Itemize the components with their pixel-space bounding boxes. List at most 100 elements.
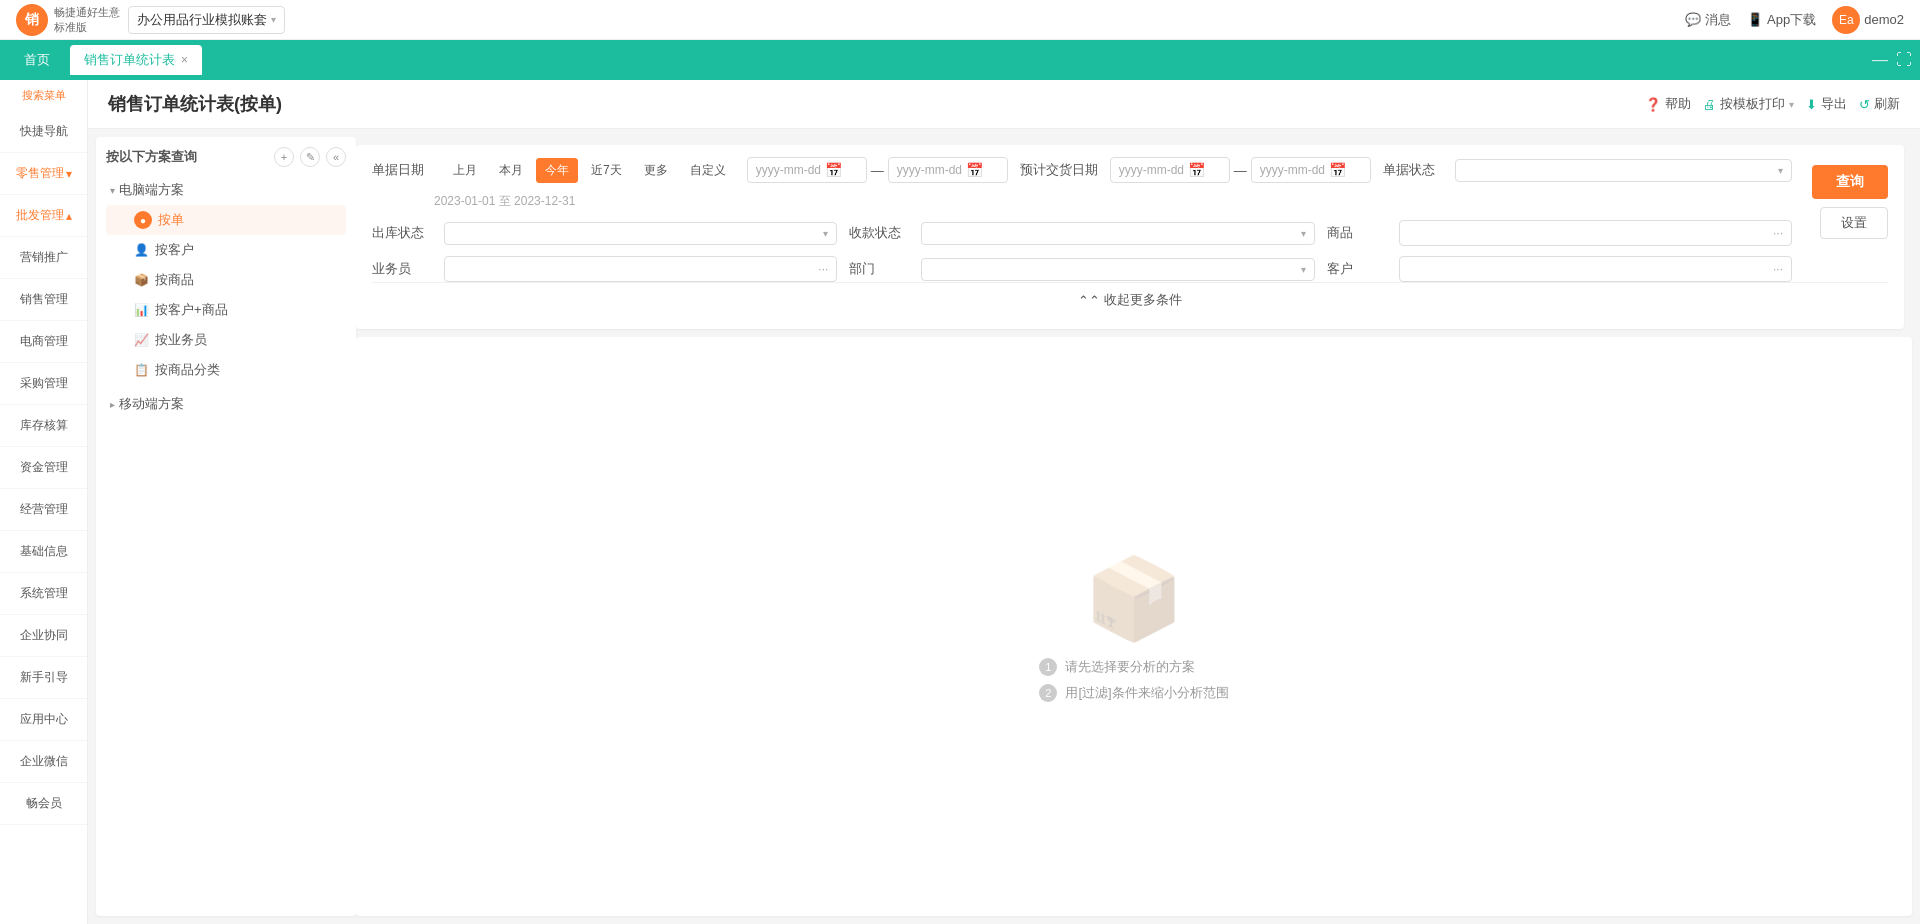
hint-num-1: 1 [1039,658,1057,676]
template-print-button[interactable]: 🖨 按模板打印 ▾ [1703,95,1794,113]
sidebar-item-quick-nav[interactable]: 快捷导航 [0,111,87,153]
salesperson-label: 业务员 [372,260,432,278]
tab-expand-icon[interactable]: ⛶ [1896,51,1912,69]
refresh-button[interactable]: ↺ 刷新 [1859,95,1900,113]
date-this-year-btn[interactable]: 今年 [536,158,578,183]
chevron-down-icon: ▾ [271,14,276,25]
sidebar-item-purchase[interactable]: 采购管理 [0,363,87,405]
export-icon: ⬇ [1806,97,1817,112]
sidebar-item-wechat[interactable]: 企业微信 [0,741,87,783]
collapse-panel-button[interactable]: « [326,147,346,167]
date-7days-btn[interactable]: 近7天 [582,158,631,183]
message-button[interactable]: 💬 消息 [1685,11,1731,29]
date-start-input[interactable]: yyyy-mm-dd 📅 [747,157,867,183]
date-custom-btn[interactable]: 自定义 [681,158,735,183]
company-selector[interactable]: 办公用品行业模拟账套 ▾ [128,6,285,34]
goods-input[interactable]: ··· [1399,220,1792,246]
scheme-group-mobile: ▸ 移动端方案 [106,389,346,419]
sidebar-item-newuser[interactable]: 新手引导 [0,657,87,699]
scheme-item-by-order[interactable]: ● 按单 [106,205,346,235]
sidebar-item-sales[interactable]: 销售管理 [0,279,87,321]
sidebar-item-appcenter[interactable]: 应用中心 [0,699,87,741]
sidebar-item-operation[interactable]: 经营管理 [0,489,87,531]
left-panel-title: 按以下方案查询 [106,148,197,166]
calendar-start-icon: 📅 [825,162,842,178]
dept-label: 部门 [849,260,909,278]
scheme-item-by-goods-category[interactable]: 📋 按商品分类 [106,355,346,385]
goods-category-icon: 📋 [134,363,149,377]
tab-close-icon[interactable]: × [181,53,188,67]
sidebar-item-marketing[interactable]: 营销推广 [0,237,87,279]
empty-state-icon: 📦 [1084,552,1184,646]
scheme-item-by-salesperson[interactable]: 📈 按业务员 [106,325,346,355]
calendar-end-icon: 📅 [966,162,983,178]
scheme-item-by-goods[interactable]: 📦 按商品 [106,265,346,295]
scheme-group-mobile-title[interactable]: ▸ 移动端方案 [106,389,346,419]
bill-status-label: 单据状态 [1383,161,1443,179]
goods-icon: 📦 [134,273,149,287]
tab-home[interactable]: 首页 [8,45,66,75]
logo: 销 畅捷通好生意 标准版 [16,4,120,36]
date-more-btn[interactable]: 更多 [635,158,677,183]
date-filter-label: 单据日期 [372,161,432,179]
payment-status-label: 收款状态 [849,224,909,242]
export-button[interactable]: ⬇ 导出 [1806,95,1847,113]
delivery-status-label: 出库状态 [372,224,432,242]
salesperson-input[interactable]: ··· [444,256,837,282]
tab-minimize-icon[interactable]: — [1872,51,1888,69]
sidebar-item-finance[interactable]: 资金管理 [0,447,87,489]
sidebar-item-basic[interactable]: 基础信息 [0,531,87,573]
print-icon: 🖨 [1703,97,1716,112]
chevron-down-icon: ▾ [66,167,72,181]
bill-status-select[interactable]: ▾ [1455,159,1792,182]
page-title: 销售订单统计表(按单) [108,92,282,128]
delivery-status-select[interactable]: ▾ [444,222,837,245]
empty-hint-2: 用[过滤]条件来缩小分析范围 [1065,684,1228,702]
customer-goods-icon: 📊 [134,303,149,317]
settings-button[interactable]: 设置 [1820,207,1888,239]
customer-label: 客户 [1327,260,1387,278]
expected-date-range: yyyy-mm-dd 📅 — yyyy-mm-dd 📅 [1110,157,1371,183]
collapse-filters-bar[interactable]: ⌃⌃ 收起更多条件 [372,282,1888,317]
help-button[interactable]: ❓ 帮助 [1645,95,1691,113]
expected-date-end-input[interactable]: yyyy-mm-dd 📅 [1251,157,1371,183]
sidebar-search[interactable]: 搜索菜单 [0,80,87,111]
edit-scheme-button[interactable]: ✎ [300,147,320,167]
date-end-input[interactable]: yyyy-mm-dd 📅 [888,157,1008,183]
scheme-item-by-customer-goods[interactable]: 📊 按客户+商品 [106,295,346,325]
expected-date-start-input[interactable]: yyyy-mm-dd 📅 [1110,157,1230,183]
add-scheme-button[interactable]: + [274,147,294,167]
chevron-down-icon: ▾ [823,228,828,239]
customer-input[interactable]: ··· [1399,256,1792,282]
sidebar-item-enterprise[interactable]: 企业协同 [0,615,87,657]
tab-sales-order-stats[interactable]: 销售订单统计表 × [70,45,202,75]
chevron-down-icon: ▾ [1778,165,1783,176]
calendar-expected-start-icon: 📅 [1188,162,1205,178]
salesperson-icon: 📈 [134,333,149,347]
dept-select[interactable]: ▾ [921,258,1314,281]
help-icon: ❓ [1645,97,1661,112]
message-icon: 💬 [1685,12,1701,27]
sidebar-item-ecommerce[interactable]: 电商管理 [0,321,87,363]
active-scheme-badge: ● [134,211,152,229]
date-separator: — [871,163,884,178]
sidebar-item-member[interactable]: 畅会员 [0,783,87,825]
payment-status-select[interactable]: ▾ [921,222,1314,245]
sidebar-item-retail[interactable]: 零售管理 ▾ [0,153,87,195]
chevron-right-icon: ▸ [110,399,115,410]
sidebar-item-inventory[interactable]: 库存核算 [0,405,87,447]
scheme-item-by-customer[interactable]: 👤 按客户 [106,235,346,265]
sidebar-item-system[interactable]: 系统管理 [0,573,87,615]
scheme-group-pc-title[interactable]: ▾ 电脑端方案 [106,175,346,205]
empty-state: 📦 1 请先选择要分析的方案 2 用[过滤]条件来缩小分析范围 [356,337,1912,916]
sidebar-item-wholesale[interactable]: 批发管理 ▴ [0,195,87,237]
query-button[interactable]: 查询 [1812,165,1888,199]
chevron-up-icon: ▴ [66,209,72,223]
user-menu[interactable]: Ea demo2 [1832,6,1904,34]
date-last-month-btn[interactable]: 上月 [444,158,486,183]
date-range-display: 2023-01-01 至 2023-12-31 [434,193,575,210]
scheme-group-pc: ▾ 电脑端方案 ● 按单 👤 按客户 📦 按 [106,175,346,385]
expected-date-label: 预计交货日期 [1020,161,1098,179]
app-download-button[interactable]: 📱 App下载 [1747,11,1816,29]
date-this-month-btn[interactable]: 本月 [490,158,532,183]
